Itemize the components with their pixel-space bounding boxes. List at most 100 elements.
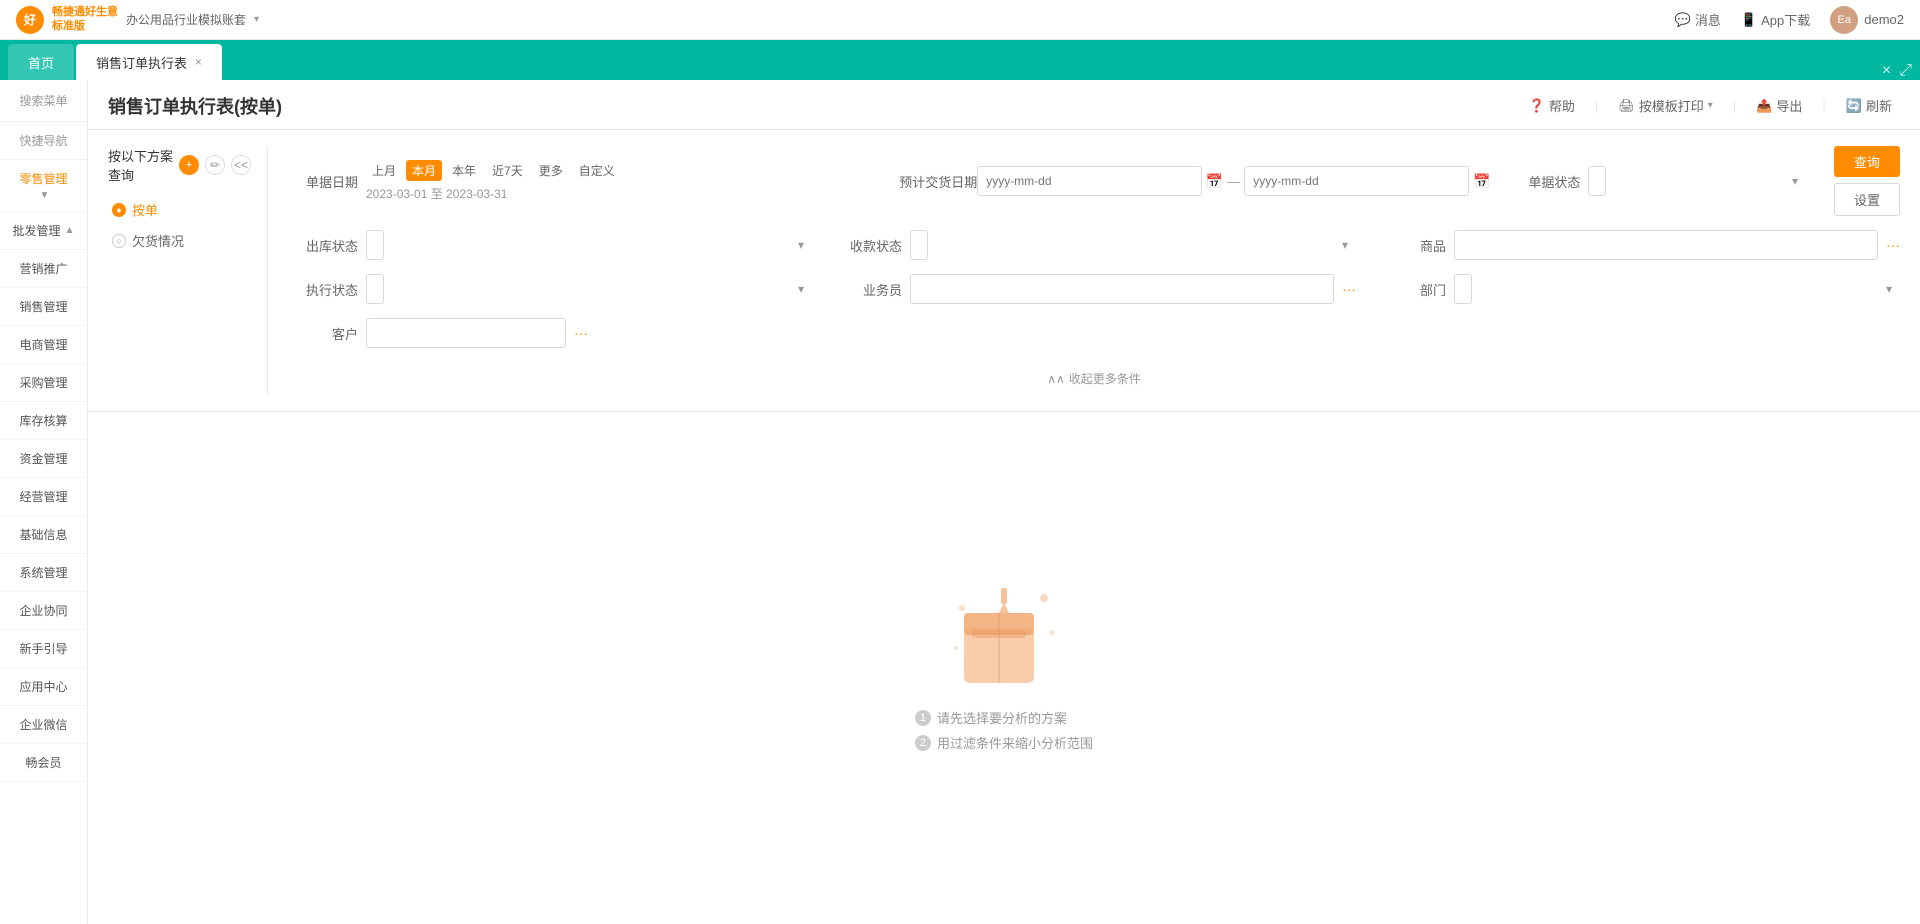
app-download-btn[interactable]: 📱 App下载: [1741, 10, 1810, 29]
date-tab-custom[interactable]: 自定义: [573, 160, 621, 181]
sidebar-item-sales[interactable]: 销售管理: [0, 288, 87, 326]
sidebar-item-system[interactable]: 系统管理: [0, 554, 87, 592]
print-dropdown-icon[interactable]: ▾: [1708, 100, 1713, 111]
sidebar-item-operations[interactable]: 经营管理: [0, 478, 87, 516]
sidebar-item-newbie[interactable]: 新手引导: [0, 630, 87, 668]
salesman-dots-icon[interactable]: ···: [1342, 281, 1356, 297]
hint-text-2: 用过滤条件来缩小分析范围: [937, 733, 1093, 752]
app-dropdown-icon[interactable]: ▾: [254, 14, 259, 25]
goods-input[interactable]: [1454, 230, 1878, 260]
export-label: 导出: [1776, 96, 1802, 115]
collapse-bar[interactable]: ∧∧ 收起更多条件: [288, 362, 1900, 395]
customer-input[interactable]: [366, 318, 566, 348]
filter-scheme-sidebar: 按以下方案查询 + ✏ << ● 按单 ○ 欠货情况: [108, 146, 268, 395]
date-tab-more[interactable]: 更多: [533, 160, 569, 181]
filter-row-3: 执行状态 业务员 ···: [288, 274, 1900, 304]
scheme-by-order[interactable]: ● 按单: [108, 194, 251, 225]
sidebar-item-wholesale[interactable]: 批发管理 ▲: [0, 212, 87, 250]
system-label: 系统管理: [19, 564, 67, 581]
refresh-icon: 🔄: [1846, 98, 1862, 114]
window-close-btn[interactable]: ×: [1882, 62, 1891, 80]
delivery-status-wrap: [366, 230, 812, 260]
date-tab-7days[interactable]: 近7天: [486, 160, 529, 181]
collapse-sidebar-btn[interactable]: <<: [231, 155, 251, 175]
salesman-label: 业务员: [832, 280, 902, 299]
help-label: 帮助: [1549, 96, 1575, 115]
single-status-select-wrap: [1588, 166, 1806, 196]
print-btn[interactable]: 🖨 按模板打印 ▾: [1610, 92, 1721, 119]
export-btn[interactable]: 📤 导出: [1748, 92, 1810, 119]
tab-sales-order[interactable]: 销售订单执行表 ×: [76, 44, 222, 80]
topbar: 好 畅捷通好生意 标准版 办公用品行业模拟账套 ▾ 💬 消息 📱 App下载 E…: [0, 0, 1920, 40]
salesman-input[interactable]: [910, 274, 1334, 304]
collapse-icon: ∧∧: [1047, 372, 1065, 386]
sidebar-search[interactable]: 搜索菜单: [0, 80, 87, 122]
scheme-shortage[interactable]: ○ 欠货情况: [108, 225, 251, 256]
user-menu[interactable]: Ea demo2: [1830, 6, 1904, 34]
settings-btn[interactable]: 设置: [1834, 183, 1900, 216]
sidebar-item-purchase[interactable]: 采购管理: [0, 364, 87, 402]
refresh-btn[interactable]: 🔄 刷新: [1838, 92, 1900, 119]
sidebar-quick[interactable]: 快捷导航: [0, 122, 87, 160]
delivery-status-select[interactable]: [366, 230, 384, 260]
collapse-label: 收起更多条件: [1069, 370, 1141, 387]
window-expand-btn[interactable]: ⤢: [1899, 62, 1912, 80]
app-title: 办公用品行业模拟账套: [126, 11, 246, 28]
main-layout: 搜索菜单 快捷导航 零售管理 ▼ 批发管理 ▲ 营销推广 销售管理 电商管理 采…: [0, 80, 1920, 924]
appstore-label: 应用中心: [19, 678, 67, 695]
date-tab-this-month[interactable]: 本月: [406, 160, 442, 181]
single-status-select[interactable]: [1588, 166, 1606, 196]
field-exec-status: 执行状态: [288, 274, 812, 304]
app-download-icon: 📱: [1741, 12, 1757, 28]
purchase-label: 采购管理: [19, 374, 67, 391]
date-tab-this-year[interactable]: 本年: [446, 160, 482, 181]
calendar-start-icon[interactable]: 📅: [1206, 173, 1223, 190]
filter-layout: 按以下方案查询 + ✏ << ● 按单 ○ 欠货情况: [108, 146, 1900, 395]
message-btn[interactable]: 💬 消息: [1675, 10, 1721, 29]
query-btn[interactable]: 查询: [1834, 146, 1900, 177]
wechat-label: 企业微信: [19, 716, 67, 733]
empty-hints: 1 请先选择要分析的方案 2 用过滤条件来缩小分析范围: [915, 708, 1093, 758]
goods-label: 商品: [1376, 236, 1446, 255]
scheme-active-dot: ●: [112, 203, 126, 217]
expected-date-start[interactable]: [977, 166, 1202, 196]
dept-select[interactable]: [1454, 274, 1472, 304]
help-btn[interactable]: ❓ 帮助: [1521, 92, 1583, 119]
sidebar-item-marketing[interactable]: 营销推广: [0, 250, 87, 288]
expected-date-end[interactable]: [1244, 166, 1469, 196]
sidebar-item-ecommerce[interactable]: 电商管理: [0, 326, 87, 364]
calendar-end-icon[interactable]: 📅: [1473, 173, 1490, 190]
sidebar-item-basic[interactable]: 基础信息: [0, 516, 87, 554]
sidebar-item-wechat[interactable]: 企业微信: [0, 706, 87, 744]
add-scheme-btn[interactable]: +: [179, 155, 199, 175]
date-range-text: 2023-03-01 至 2023-03-31: [366, 185, 879, 202]
tab-home[interactable]: 首页: [8, 44, 74, 80]
sidebar-item-finance[interactable]: 资金管理: [0, 440, 87, 478]
navtabs-right: × ⤢: [1882, 62, 1920, 80]
customer-dots-icon[interactable]: ···: [574, 325, 588, 341]
edit-scheme-btn[interactable]: ✏: [205, 155, 225, 175]
sales-label: 销售管理: [19, 298, 67, 315]
date-tab-last-month[interactable]: 上月: [366, 160, 402, 181]
sidebar-item-retail[interactable]: 零售管理 ▼: [0, 160, 87, 212]
dept-label: 部门: [1376, 280, 1446, 299]
message-label: 消息: [1695, 10, 1721, 29]
exec-status-select[interactable]: [366, 274, 384, 304]
sidebar-item-enterprise[interactable]: 企业协同: [0, 592, 87, 630]
goods-dots-icon[interactable]: ···: [1886, 237, 1900, 253]
sidebar-item-appstore[interactable]: 应用中心: [0, 668, 87, 706]
tab-close-icon[interactable]: ×: [195, 55, 202, 69]
scheme-by-order-label: 按单: [132, 200, 158, 219]
content-area: 销售订单执行表(按单) ❓ 帮助 | 🖨 按模板打印 ▾ | 📤: [88, 80, 1920, 924]
filter-panel: 按以下方案查询 + ✏ << ● 按单 ○ 欠货情况: [88, 130, 1920, 412]
receipt-status-select[interactable]: [910, 230, 928, 260]
receipt-status-wrap: [910, 230, 1356, 260]
sidebar-search-label[interactable]: 搜索菜单: [8, 88, 79, 113]
delivery-status-label: 出库状态: [288, 236, 358, 255]
tab-home-label: 首页: [28, 53, 54, 72]
operations-label: 经营管理: [19, 488, 67, 505]
retail-arrow: ▼: [40, 190, 50, 201]
sidebar-quick-label[interactable]: 快捷导航: [8, 128, 79, 153]
sidebar-item-member[interactable]: 畅会员: [0, 744, 87, 782]
sidebar-item-inventory[interactable]: 库存核算: [0, 402, 87, 440]
